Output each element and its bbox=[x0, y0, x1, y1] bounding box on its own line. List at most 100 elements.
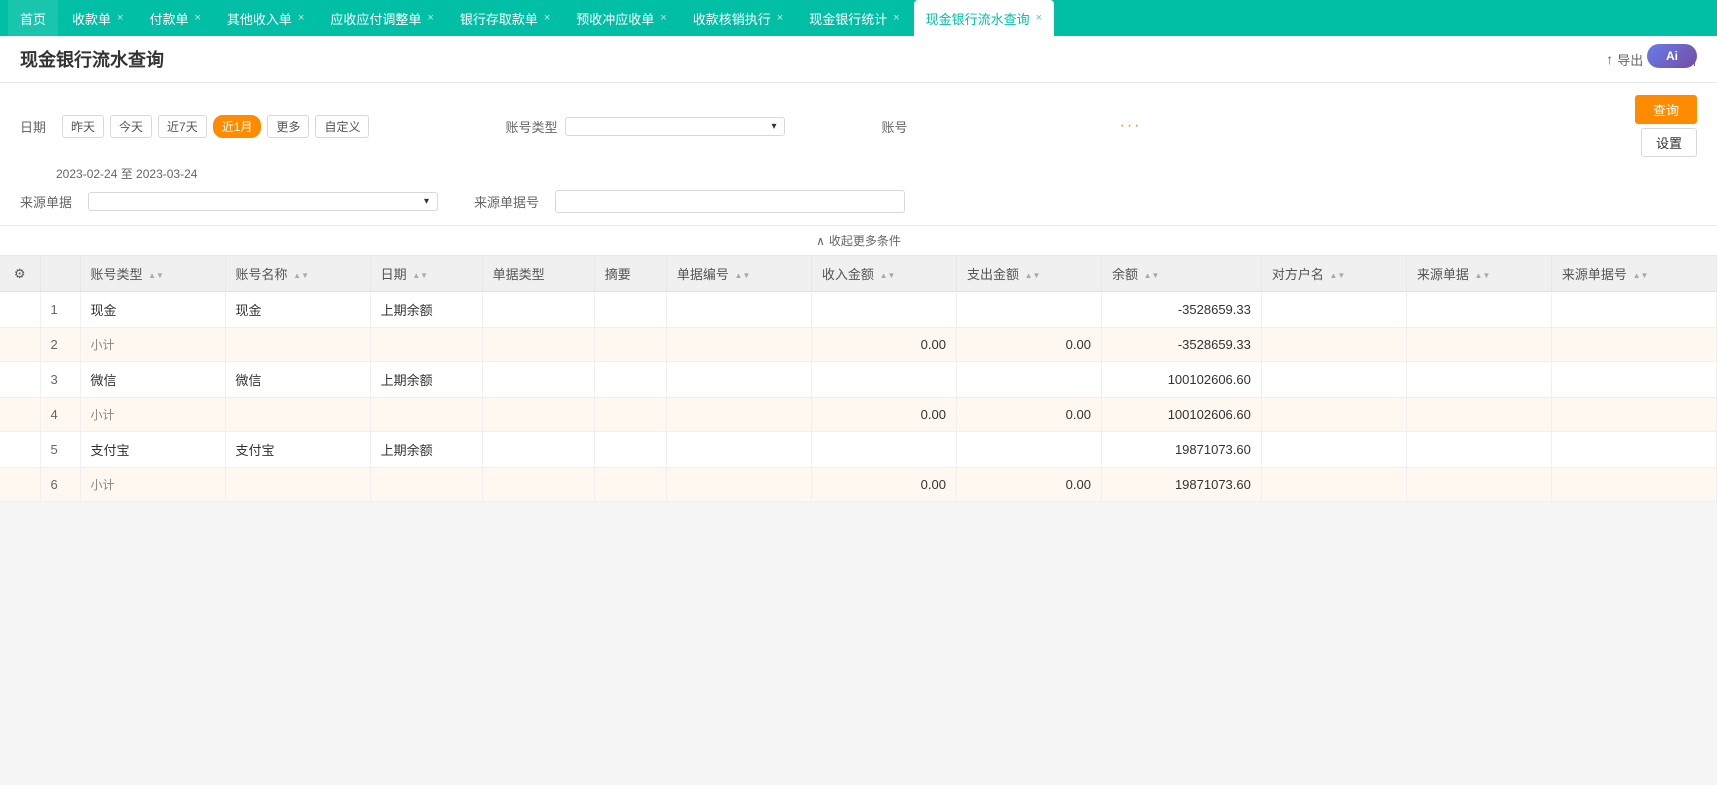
col-account-type-header[interactable]: 账号类型 ▲▼ bbox=[80, 256, 225, 292]
date-btn-7days[interactable]: 近7天 bbox=[158, 115, 207, 138]
close-payment-icon[interactable]: × bbox=[194, 12, 200, 24]
close-cash-bank-flow-icon[interactable]: × bbox=[1036, 12, 1042, 24]
table-cell: 5 bbox=[40, 432, 80, 468]
table-cell bbox=[1406, 292, 1551, 328]
collapse-bar[interactable]: ∧ 收起更多条件 bbox=[0, 226, 1717, 256]
close-cash-bank-stat-icon[interactable]: × bbox=[893, 12, 899, 24]
col-source-doc-no-header[interactable]: 来源单据号 ▲▼ bbox=[1551, 256, 1716, 292]
nav-tab-other-income[interactable]: 其他收入单 × bbox=[215, 0, 316, 36]
account-type-filter-label: 账号类型 bbox=[505, 117, 557, 136]
col-balance-header[interactable]: 余额 ▲▼ bbox=[1101, 256, 1261, 292]
date-btn-1month[interactable]: 近1月 bbox=[213, 115, 262, 138]
nav-tab-cash-bank-stat[interactable]: 现金银行统计 × bbox=[797, 0, 911, 36]
close-collection-exec-icon[interactable]: × bbox=[777, 12, 783, 24]
table-cell bbox=[0, 328, 40, 362]
filter-row-2: 来源单据 ▾ 来源单据号 bbox=[20, 190, 1697, 213]
query-button[interactable]: 查询 bbox=[1635, 95, 1697, 124]
table-row: 3微信微信上期余额100102606.60 bbox=[0, 362, 1717, 398]
account-dots-button[interactable]: ··· bbox=[1119, 117, 1141, 135]
col-row-num-header bbox=[40, 256, 80, 292]
export-button[interactable]: ↑ 导出 bbox=[1606, 50, 1643, 69]
page-header: 现金银行流水查询 ↑ 导出 ↻ 刷新 Ai bbox=[0, 36, 1717, 83]
table-cell: 3 bbox=[40, 362, 80, 398]
col-source-doc-header[interactable]: 来源单据 ▲▼ bbox=[1406, 256, 1551, 292]
table-cell bbox=[1261, 432, 1406, 468]
nav-tab-home[interactable]: 首页 bbox=[8, 0, 58, 36]
sort-income-icon: ▲▼ bbox=[880, 272, 896, 280]
table-cell: 0.00 bbox=[811, 398, 956, 432]
nav-tab-payment[interactable]: 付款单 × bbox=[137, 0, 212, 36]
nav-tab-prepayment[interactable]: 预收冲应收单 × bbox=[564, 0, 678, 36]
table-cell bbox=[811, 292, 956, 328]
nav-tab-bank-deposit[interactable]: 银行存取款单 × bbox=[448, 0, 562, 36]
source-doc-select[interactable]: ▾ bbox=[88, 192, 438, 211]
account-type-select[interactable]: ▾ bbox=[565, 117, 785, 136]
sort-balance-icon: ▲▼ bbox=[1144, 272, 1160, 280]
table-cell bbox=[666, 328, 811, 362]
receipt-label: 收款单 bbox=[72, 9, 111, 28]
sort-doc-no-icon: ▲▼ bbox=[735, 272, 751, 280]
close-bank-deposit-icon[interactable]: × bbox=[544, 12, 550, 24]
table-cell: 100102606.60 bbox=[1101, 362, 1261, 398]
date-btn-today[interactable]: 今天 bbox=[110, 115, 152, 138]
table-cell bbox=[666, 292, 811, 328]
table-cell bbox=[1261, 468, 1406, 502]
table-cell bbox=[1551, 468, 1716, 502]
source-doc-label: 来源单据 bbox=[20, 192, 72, 211]
col-counterparty-header[interactable]: 对方户名 ▲▼ bbox=[1261, 256, 1406, 292]
col-date-header[interactable]: 日期 ▲▼ bbox=[370, 256, 482, 292]
table-cell bbox=[1406, 328, 1551, 362]
date-btn-more[interactable]: 更多 bbox=[267, 115, 309, 138]
ai-badge[interactable]: Ai bbox=[1647, 44, 1697, 68]
table-cell bbox=[594, 468, 666, 502]
page-title: 现金银行流水查询 bbox=[20, 46, 164, 72]
table-row: 6小计0.000.0019871073.60 bbox=[0, 468, 1717, 502]
sort-date-icon: ▲▼ bbox=[412, 272, 428, 280]
table-cell bbox=[956, 432, 1101, 468]
table-cell bbox=[482, 292, 594, 328]
col-doc-type-header: 单据类型 bbox=[482, 256, 594, 292]
payment-label: 付款单 bbox=[149, 9, 188, 28]
table-cell: 现金 bbox=[80, 292, 225, 328]
table-cell: 100102606.60 bbox=[1101, 398, 1261, 432]
table-cell bbox=[370, 328, 482, 362]
table-cell bbox=[0, 362, 40, 398]
account-input[interactable] bbox=[915, 119, 1115, 134]
table-cell bbox=[594, 328, 666, 362]
close-ap-adjust-icon[interactable]: × bbox=[427, 12, 433, 24]
filter-buttons: 查询 设置 bbox=[1635, 95, 1697, 157]
table-cell: 0.00 bbox=[811, 468, 956, 502]
gear-icon[interactable]: ⚙ bbox=[14, 266, 26, 281]
table-cell: 19871073.60 bbox=[1101, 468, 1261, 502]
date-btn-yesterday[interactable]: 昨天 bbox=[62, 115, 104, 138]
table-cell bbox=[1551, 292, 1716, 328]
table-cell bbox=[1406, 362, 1551, 398]
table-cell: -3528659.33 bbox=[1101, 328, 1261, 362]
table-cell bbox=[811, 362, 956, 398]
home-label: 首页 bbox=[20, 9, 46, 28]
table-cell: 0.00 bbox=[956, 468, 1101, 502]
source-doc-no-input[interactable] bbox=[555, 190, 905, 213]
close-other-income-icon[interactable]: × bbox=[298, 12, 304, 24]
nav-tab-receipt[interactable]: 收款单 × bbox=[60, 0, 135, 36]
table-body: 1现金现金上期余额-3528659.332小计0.000.00-3528659.… bbox=[0, 292, 1717, 502]
sort-source-doc-no-icon: ▲▼ bbox=[1633, 272, 1649, 280]
col-settings-header[interactable]: ⚙ bbox=[0, 256, 40, 292]
nav-tab-ap-adjust[interactable]: 应收应付调整单 × bbox=[318, 0, 445, 36]
close-receipt-icon[interactable]: × bbox=[117, 12, 123, 24]
nav-tab-collection-exec[interactable]: 收款核销执行 × bbox=[681, 0, 795, 36]
settings-button[interactable]: 设置 bbox=[1641, 128, 1697, 157]
table-cell: 2 bbox=[40, 328, 80, 362]
table-cell bbox=[0, 292, 40, 328]
table-cell: 1 bbox=[40, 292, 80, 328]
col-doc-no-header[interactable]: 单据编号 ▲▼ bbox=[666, 256, 811, 292]
close-prepayment-icon[interactable]: × bbox=[660, 12, 666, 24]
col-account-name-header[interactable]: 账号名称 ▲▼ bbox=[225, 256, 370, 292]
sort-expense-icon: ▲▼ bbox=[1025, 272, 1041, 280]
col-expense-header[interactable]: 支出金额 ▲▼ bbox=[956, 256, 1101, 292]
date-btn-custom[interactable]: 自定义 bbox=[315, 115, 369, 138]
col-income-header[interactable]: 收入金额 ▲▼ bbox=[811, 256, 956, 292]
table-cell: 小计 bbox=[80, 468, 225, 502]
nav-tab-cash-bank-flow[interactable]: 现金银行流水查询 × bbox=[914, 0, 1054, 36]
table-cell bbox=[1261, 398, 1406, 432]
